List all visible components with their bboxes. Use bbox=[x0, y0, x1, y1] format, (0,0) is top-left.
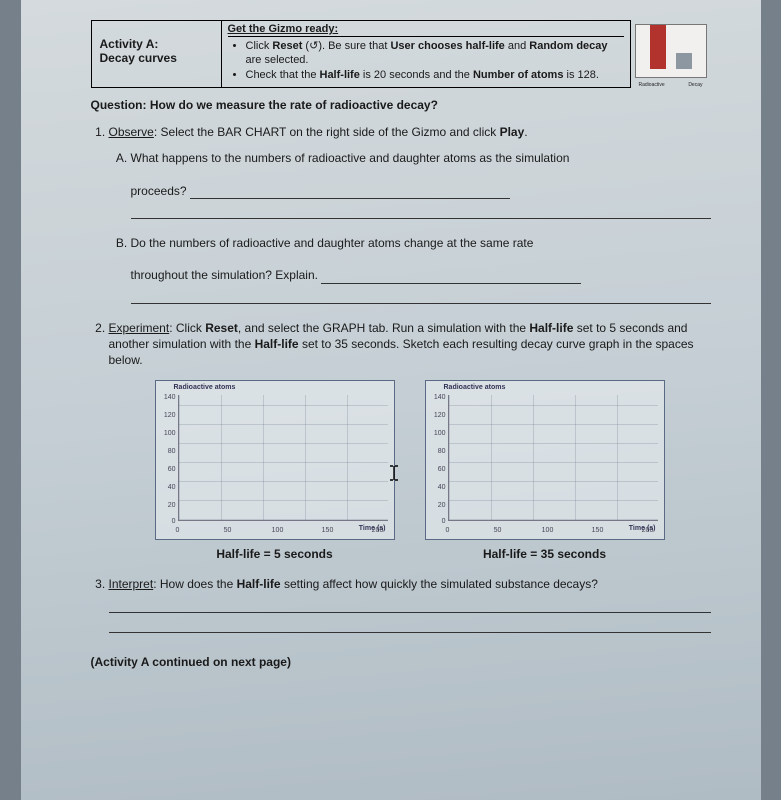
page-footer-note: (Activity A continued on next page) bbox=[91, 655, 711, 669]
thumb-bar-radioactive bbox=[650, 25, 666, 69]
chart-5sec: Radioactive atoms 140 120 100 80 60 40 2… bbox=[155, 380, 395, 562]
worksheet-page: Activity A: Decay curves Get the Gizmo r… bbox=[21, 0, 761, 800]
thumb-label-b: Decay bbox=[688, 82, 702, 88]
bar-chart-thumbnail: Radioactive Decay bbox=[631, 20, 711, 86]
answer-blank[interactable] bbox=[109, 599, 711, 613]
answer-blank[interactable] bbox=[131, 290, 711, 304]
question-1a: What happens to the numbers of radioacti… bbox=[131, 150, 711, 219]
thumb-label-a: Radioactive bbox=[639, 82, 665, 88]
chart-5sec-caption: Half-life = 5 seconds bbox=[155, 546, 395, 562]
ready-bullet-2: Check that the Half-life is 20 seconds a… bbox=[246, 69, 624, 83]
question-1b: Do the numbers of radioactive and daught… bbox=[131, 235, 711, 304]
activity-title-cell: Activity A: Decay curves bbox=[92, 21, 222, 87]
chart-plot-area[interactable] bbox=[448, 395, 658, 521]
activity-label: Activity A: bbox=[100, 37, 213, 51]
question-2: Experiment: Click Reset, and select the … bbox=[109, 320, 711, 563]
main-question: Question: How do we measure the rate of … bbox=[91, 98, 711, 112]
gizmo-ready-title: Get the Gizmo ready: bbox=[228, 23, 624, 37]
activity-name: Decay curves bbox=[100, 51, 213, 65]
answer-blank[interactable] bbox=[190, 187, 510, 199]
answer-blank[interactable] bbox=[321, 272, 581, 284]
chart-35sec: Radioactive atoms 140 120 100 80 60 40 2… bbox=[425, 380, 665, 562]
ready-bullet-1: Click Reset (↺). Be sure that User choos… bbox=[246, 40, 624, 68]
gizmo-ready-cell: Get the Gizmo ready: Click Reset (↺). Be… bbox=[222, 21, 630, 87]
chart-35sec-caption: Half-life = 35 seconds bbox=[425, 546, 665, 562]
question-3: Interpret: How does the Half-life settin… bbox=[109, 576, 711, 632]
answer-blank[interactable] bbox=[109, 619, 711, 633]
chart-plot-area[interactable] bbox=[178, 395, 388, 521]
reset-icon: ↺ bbox=[309, 40, 318, 52]
answer-blank[interactable] bbox=[131, 205, 711, 219]
thumb-bar-daughter bbox=[676, 53, 692, 69]
question-1: Observe: Select the BAR CHART on the rig… bbox=[109, 124, 711, 303]
activity-header-box: Activity A: Decay curves Get the Gizmo r… bbox=[91, 20, 631, 88]
